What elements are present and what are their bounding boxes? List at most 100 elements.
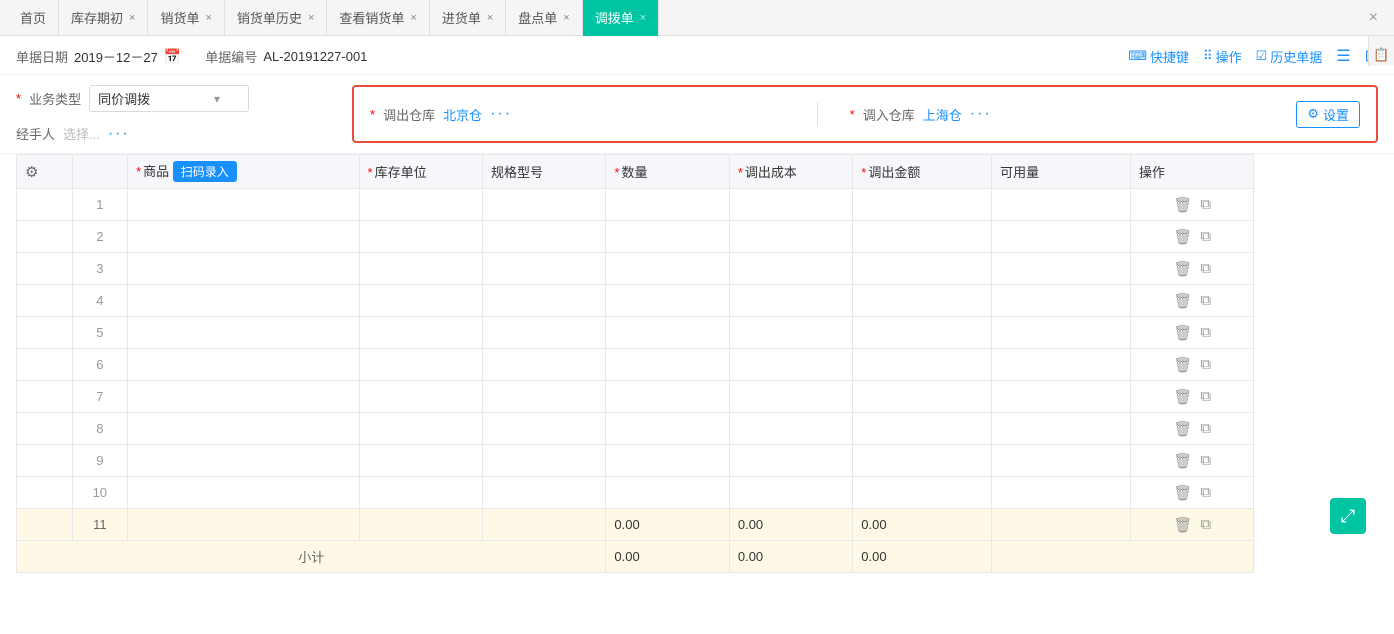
- row-qty-cell[interactable]: [606, 253, 729, 285]
- layout-icon-list[interactable]: ☰: [1336, 46, 1350, 66]
- tab-view-sales[interactable]: 查看销货单 ×: [327, 0, 429, 36]
- row-unit-cell[interactable]: [359, 381, 482, 413]
- row-cost-cell[interactable]: [729, 317, 852, 349]
- row-qty-cell[interactable]: [606, 445, 729, 477]
- history-btn[interactable]: ☑ 历史单据: [1256, 47, 1323, 66]
- window-close-button[interactable]: ×: [1361, 9, 1386, 27]
- row-spec-cell[interactable]: [482, 285, 605, 317]
- scan-input-btn[interactable]: 扫码录入: [173, 161, 237, 182]
- delete-row-icon[interactable]: 🗑: [1173, 324, 1192, 342]
- row-spec-cell[interactable]: [482, 253, 605, 285]
- row-spec-cell[interactable]: [482, 349, 605, 381]
- tab-purchase[interactable]: 进货单 ×: [430, 0, 506, 36]
- shortcut-btn[interactable]: ⌨ 快捷键: [1128, 47, 1189, 66]
- delete-row-icon[interactable]: 🗑: [1173, 388, 1192, 406]
- close-tab-purchase[interactable]: ×: [487, 12, 493, 24]
- close-tab-view-sales[interactable]: ×: [410, 12, 416, 24]
- row-unit-cell[interactable]: [359, 253, 482, 285]
- row-product-cell[interactable]: [128, 221, 359, 253]
- row-cost-cell[interactable]: [729, 285, 852, 317]
- row-cost-cell[interactable]: [729, 189, 852, 221]
- row-spec-cell[interactable]: [482, 317, 605, 349]
- row-cost-cell[interactable]: [729, 349, 852, 381]
- row-amount-cell[interactable]: [853, 189, 992, 221]
- row-product-cell[interactable]: [128, 189, 359, 221]
- person-more-btn[interactable]: ···: [108, 125, 130, 143]
- row-unit-cell[interactable]: [359, 189, 482, 221]
- row-qty-cell[interactable]: [606, 221, 729, 253]
- copy-row-icon[interactable]: ⧉: [1200, 292, 1211, 309]
- tab-transfer[interactable]: 调拨单 ×: [583, 0, 659, 36]
- row-amount-cell[interactable]: [853, 285, 992, 317]
- row-amount-cell[interactable]: [853, 381, 992, 413]
- delete-row-icon[interactable]: 🗑: [1173, 484, 1192, 502]
- row-unit-cell[interactable]: [359, 349, 482, 381]
- out-wh-more-btn[interactable]: ···: [490, 105, 512, 123]
- row-amount-cell[interactable]: [853, 413, 992, 445]
- row-unit-cell[interactable]: [359, 445, 482, 477]
- tab-inventory-init[interactable]: 库存期初 ×: [59, 0, 148, 36]
- row-spec-cell[interactable]: [482, 221, 605, 253]
- tab-sales[interactable]: 销货单 ×: [148, 0, 224, 36]
- row-product-cell[interactable]: [128, 381, 359, 413]
- row-qty-cell[interactable]: [606, 477, 729, 509]
- delete-row-icon[interactable]: 🗑: [1173, 260, 1192, 278]
- copy-row-icon[interactable]: ⧉: [1200, 420, 1211, 437]
- tab-home[interactable]: 首页: [8, 0, 59, 36]
- row-cost-cell[interactable]: [729, 477, 852, 509]
- copy-row-icon[interactable]: ⧉: [1200, 324, 1211, 341]
- delete-row-icon[interactable]: 🗑: [1173, 356, 1192, 374]
- delete-icon[interactable]: 🗑: [1173, 516, 1192, 534]
- row-qty-cell[interactable]: [606, 349, 729, 381]
- in-wh-value[interactable]: 上海仓: [923, 105, 962, 124]
- row-unit-cell[interactable]: [359, 285, 482, 317]
- row-amount-cell[interactable]: [853, 349, 992, 381]
- copy-row-icon[interactable]: ⧉: [1200, 452, 1211, 469]
- row-product-cell[interactable]: [128, 477, 359, 509]
- delete-row-icon[interactable]: 🗑: [1173, 196, 1192, 214]
- settings-button[interactable]: ⚙ 设置: [1296, 101, 1360, 128]
- tab-sales-history[interactable]: 销货单历史 ×: [225, 0, 327, 36]
- row-spec-cell[interactable]: [482, 189, 605, 221]
- row-qty-cell[interactable]: [606, 413, 729, 445]
- operations-btn[interactable]: ⠿ 操作: [1203, 47, 1242, 66]
- tab-stocktake[interactable]: 盘点单 ×: [506, 0, 582, 36]
- person-input[interactable]: 选择...: [63, 124, 100, 143]
- row-qty-cell[interactable]: [606, 381, 729, 413]
- row-unit-cell[interactable]: [359, 477, 482, 509]
- close-tab-sales[interactable]: ×: [205, 12, 211, 24]
- copy-row-icon[interactable]: ⧉: [1200, 196, 1211, 213]
- copy-row-icon[interactable]: ⧉: [1200, 260, 1211, 277]
- expand-fab-button[interactable]: ⤢: [1330, 498, 1366, 534]
- delete-row-icon[interactable]: 🗑: [1173, 452, 1192, 470]
- row-cost-cell[interactable]: [729, 253, 852, 285]
- row-product-cell[interactable]: [128, 253, 359, 285]
- copy-row-icon[interactable]: ⧉: [1200, 484, 1211, 501]
- row-unit-cell[interactable]: [359, 413, 482, 445]
- row-amount-cell[interactable]: [853, 445, 992, 477]
- row-product-cell[interactable]: [128, 317, 359, 349]
- row-amount-cell[interactable]: [853, 477, 992, 509]
- close-tab-inventory-init[interactable]: ×: [129, 12, 135, 24]
- row-qty-cell[interactable]: [606, 317, 729, 349]
- row-product-cell[interactable]: [128, 413, 359, 445]
- copy-icon[interactable]: ⧉: [1200, 516, 1211, 533]
- out-wh-value[interactable]: 北京仓: [443, 105, 482, 124]
- row-product-cell[interactable]: [128, 445, 359, 477]
- row-cost-cell[interactable]: [729, 221, 852, 253]
- row-spec-cell[interactable]: [482, 445, 605, 477]
- close-tab-sales-history[interactable]: ×: [308, 12, 314, 24]
- row-amount-cell[interactable]: [853, 253, 992, 285]
- row-unit-cell[interactable]: [359, 317, 482, 349]
- table-settings-icon[interactable]: ⚙: [17, 155, 73, 189]
- copy-row-icon[interactable]: ⧉: [1200, 228, 1211, 245]
- row-spec-cell[interactable]: [482, 381, 605, 413]
- close-tab-stocktake[interactable]: ×: [563, 12, 569, 24]
- row-product-cell[interactable]: [128, 285, 359, 317]
- row-cost-cell[interactable]: [729, 445, 852, 477]
- copy-row-icon[interactable]: ⧉: [1200, 356, 1211, 373]
- row-spec-cell[interactable]: [482, 413, 605, 445]
- date-icon[interactable]: 📅: [164, 48, 181, 65]
- row-amount-cell[interactable]: [853, 221, 992, 253]
- panel-doc-btn[interactable]: 📋: [1371, 44, 1393, 66]
